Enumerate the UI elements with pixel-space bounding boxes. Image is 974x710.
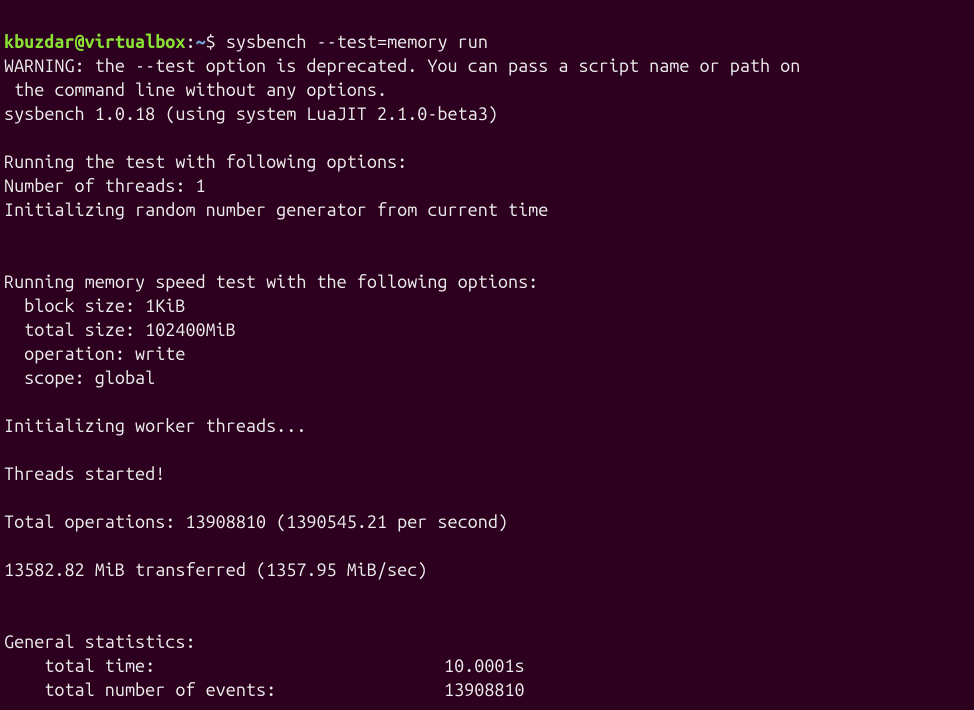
output-operation: operation: write	[4, 344, 185, 364]
stat-total-time-label: total time:	[4, 654, 444, 678]
command-text: sysbench --test=memory run	[226, 32, 488, 52]
output-total-events: total number of events:13908810	[4, 678, 525, 702]
stat-total-events-value: 13908810	[444, 680, 525, 700]
output-total-size: total size: 102400MiB	[4, 320, 236, 340]
output-total-ops: Total operations: 13908810 (1390545.21 p…	[4, 512, 508, 532]
output-rng: Initializing random number generator fro…	[4, 200, 548, 220]
prompt-user: kbuzdar	[4, 32, 75, 52]
prompt-colon: :	[185, 32, 195, 52]
output-options-header: Running the test with following options:	[4, 152, 407, 172]
prompt-line: kbuzdar@virtualbox:~$ sysbench --test=me…	[4, 32, 488, 52]
output-init-workers: Initializing worker threads...	[4, 416, 306, 436]
output-mem-header: Running memory speed test with the follo…	[4, 272, 538, 292]
output-transferred: 13582.82 MiB transferred (1357.95 MiB/se…	[4, 560, 427, 580]
prompt-symbol: $	[206, 32, 226, 52]
output-warning-line2: the command line without any options.	[4, 80, 387, 100]
output-total-time: total time:10.0001s	[4, 654, 525, 678]
output-gen-stats: General statistics:	[4, 632, 196, 652]
output-scope: scope: global	[4, 368, 155, 388]
output-threads: Number of threads: 1	[4, 176, 206, 196]
prompt-path: ~	[196, 32, 206, 52]
prompt-at: @	[75, 32, 85, 52]
terminal-output[interactable]: kbuzdar@virtualbox:~$ sysbench --test=me…	[0, 0, 974, 708]
output-version: sysbench 1.0.18 (using system LuaJIT 2.1…	[4, 104, 498, 124]
prompt-host: virtualbox	[85, 32, 186, 52]
stat-total-events-label: total number of events:	[4, 678, 444, 702]
stat-total-time-value: 10.0001s	[444, 656, 525, 676]
output-threads-started: Threads started!	[4, 464, 165, 484]
output-block-size: block size: 1KiB	[4, 296, 185, 316]
output-warning-line1: WARNING: the --test option is deprecated…	[4, 56, 800, 76]
